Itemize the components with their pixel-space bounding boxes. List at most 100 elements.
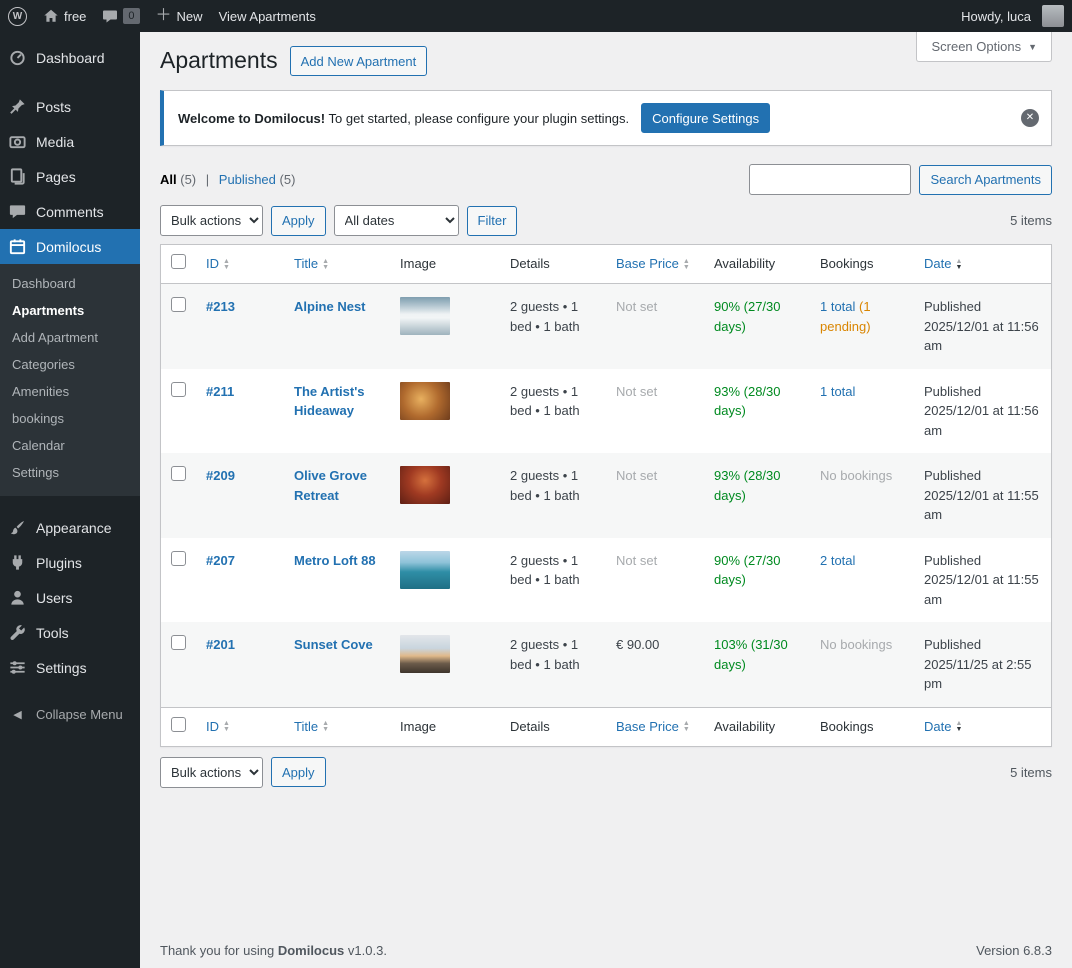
sidebar-item-users[interactable]: Users <box>0 580 140 615</box>
submenu-item-apartments[interactable]: Apartments <box>0 297 140 324</box>
bulk-actions-select[interactable]: Bulk actions <box>160 205 263 236</box>
row-checkbox[interactable] <box>171 635 186 650</box>
sort-by-base-price[interactable]: Base Price <box>616 256 679 271</box>
table-header-row: ID▲▼ Title▲▼ Image Details Base Price▲▼ … <box>161 245 1052 284</box>
bulk-actions-select-bottom[interactable]: Bulk actions <box>160 757 263 788</box>
sort-by-id[interactable]: ID <box>206 256 219 271</box>
submenu-item-dashboard[interactable]: Dashboard <box>0 270 140 297</box>
new-content-menu[interactable]: ＋ New <box>148 0 211 32</box>
apartment-thumbnail[interactable] <box>400 466 450 504</box>
apartment-id-link[interactable]: #207 <box>206 553 235 568</box>
availability: 93% (28/30 days) <box>714 468 781 503</box>
apartment-title-link[interactable]: Metro Loft 88 <box>294 553 376 568</box>
sidebar-item-domilocus[interactable]: Domilocus <box>0 229 140 264</box>
row-checkbox[interactable] <box>171 297 186 312</box>
publish-date: 2025/12/01 at 11:56 am <box>924 319 1039 354</box>
submenu-item-amenities[interactable]: Amenities <box>0 378 140 405</box>
view-apartments-link[interactable]: View Apartments <box>211 0 324 32</box>
filter-button[interactable]: Filter <box>467 206 518 236</box>
sidebar-item-label: Media <box>36 134 74 150</box>
apartment-title-link[interactable]: Sunset Cove <box>294 637 373 652</box>
sidebar-item-label: Dashboard <box>36 50 105 66</box>
sidebar-item-plugins[interactable]: Plugins <box>0 545 140 580</box>
sidebar-item-tools[interactable]: Tools <box>0 615 140 650</box>
filter-all-link[interactable]: All (5) <box>160 172 196 187</box>
apartment-thumbnail[interactable] <box>400 551 450 589</box>
row-checkbox[interactable] <box>171 382 186 397</box>
pushpin-icon <box>8 97 27 116</box>
sidebar-item-comments[interactable]: Comments <box>0 194 140 229</box>
submenu-item-add-apartment[interactable]: Add Apartment <box>0 324 140 351</box>
apply-button[interactable]: Apply <box>271 206 326 236</box>
collapse-menu-button[interactable]: ◀ Collapse Menu <box>0 699 140 730</box>
sort-by-title[interactable]: Title <box>294 719 318 734</box>
sidebar-item-media[interactable]: Media <box>0 124 140 159</box>
filter-published-link[interactable]: Published (5) <box>219 172 296 187</box>
apartment-title-link[interactable]: The Artist's Hideaway <box>294 384 365 419</box>
apartment-thumbnail[interactable] <box>400 297 450 335</box>
apartment-details: 2 guests • 1 bed • 1 bath <box>500 369 606 454</box>
dismiss-notice-icon[interactable]: ✕ <box>1021 109 1039 127</box>
no-bookings-label: No bookings <box>820 468 892 483</box>
apartment-id-link[interactable]: #213 <box>206 299 235 314</box>
comment-count-badge: 0 <box>123 8 139 24</box>
wrench-icon <box>8 623 27 642</box>
column-image: Image <box>390 707 500 746</box>
apartment-title-link[interactable]: Alpine Nest <box>294 299 366 314</box>
sort-by-id[interactable]: ID <box>206 719 219 734</box>
submenu-item-settings[interactable]: Settings <box>0 459 140 486</box>
publish-status: Published <box>924 468 981 483</box>
sort-by-date[interactable]: Date <box>924 719 951 734</box>
collapse-menu-label: Collapse Menu <box>36 707 123 722</box>
table-footer-row: ID▲▼ Title▲▼ Image Details Base Price▲▼ … <box>161 707 1052 746</box>
sidebar-item-label: Tools <box>36 625 69 641</box>
apartment-thumbnail[interactable] <box>400 382 450 420</box>
submenu-item-bookings[interactable]: bookings <box>0 405 140 432</box>
bookings-link[interactable]: 1 total <box>820 384 855 399</box>
apartment-id-link[interactable]: #201 <box>206 637 235 652</box>
row-checkbox[interactable] <box>171 466 186 481</box>
column-image: Image <box>390 245 500 284</box>
home-icon <box>43 8 59 24</box>
select-all-checkbox[interactable] <box>171 717 186 732</box>
configure-settings-button[interactable]: Configure Settings <box>641 103 770 133</box>
bookings-link[interactable]: 2 total <box>820 553 855 568</box>
row-checkbox[interactable] <box>171 551 186 566</box>
footer-wp-version: Version 6.8.3 <box>976 943 1052 958</box>
base-price: Not set <box>616 468 657 483</box>
search-input[interactable] <box>749 164 911 195</box>
wp-logo-menu[interactable]: W <box>0 0 35 32</box>
sort-by-base-price[interactable]: Base Price <box>616 719 679 734</box>
apartment-title-link[interactable]: Olive Grove Retreat <box>294 468 367 503</box>
add-new-apartment-button[interactable]: Add New Apartment <box>290 46 428 76</box>
sidebar-item-appearance[interactable]: Appearance <box>0 510 140 545</box>
apartment-id-link[interactable]: #209 <box>206 468 235 483</box>
publish-status: Published <box>924 299 981 314</box>
search-apartments-button[interactable]: Search Apartments <box>919 165 1052 195</box>
howdy-account-menu[interactable]: Howdy, luca <box>953 0 1072 32</box>
apartment-thumbnail[interactable] <box>400 635 450 673</box>
sidebar-item-label: Pages <box>36 169 76 185</box>
screen-options-button[interactable]: Screen Options ▼ <box>916 32 1052 62</box>
availability: 90% (27/30 days) <box>714 299 781 334</box>
sidebar-item-pages[interactable]: Pages <box>0 159 140 194</box>
dates-filter-select[interactable]: All dates <box>334 205 459 236</box>
apartment-id-link[interactable]: #211 <box>206 384 234 399</box>
notice-body-text: To get started, please configure your pl… <box>329 111 630 126</box>
apply-button-bottom[interactable]: Apply <box>271 757 326 787</box>
sort-by-date[interactable]: Date <box>924 256 951 271</box>
sort-by-title[interactable]: Title <box>294 256 318 271</box>
submenu-item-calendar[interactable]: Calendar <box>0 432 140 459</box>
submenu-item-categories[interactable]: Categories <box>0 351 140 378</box>
sidebar-item-dashboard[interactable]: Dashboard <box>0 40 140 75</box>
comments-menu[interactable]: 0 <box>94 0 147 32</box>
select-all-checkbox[interactable] <box>171 254 186 269</box>
new-label: New <box>177 9 203 24</box>
date-cell: Published2025/12/01 at 11:55 am <box>914 453 1052 538</box>
apartment-details: 2 guests • 1 bed • 1 bath <box>500 622 606 707</box>
site-name-menu[interactable]: free <box>35 0 94 32</box>
sidebar-item-posts[interactable]: Posts <box>0 89 140 124</box>
sidebar-item-settings[interactable]: Settings <box>0 650 140 685</box>
camera-icon <box>8 132 27 151</box>
bookings-link[interactable]: 1 total <box>820 299 855 314</box>
